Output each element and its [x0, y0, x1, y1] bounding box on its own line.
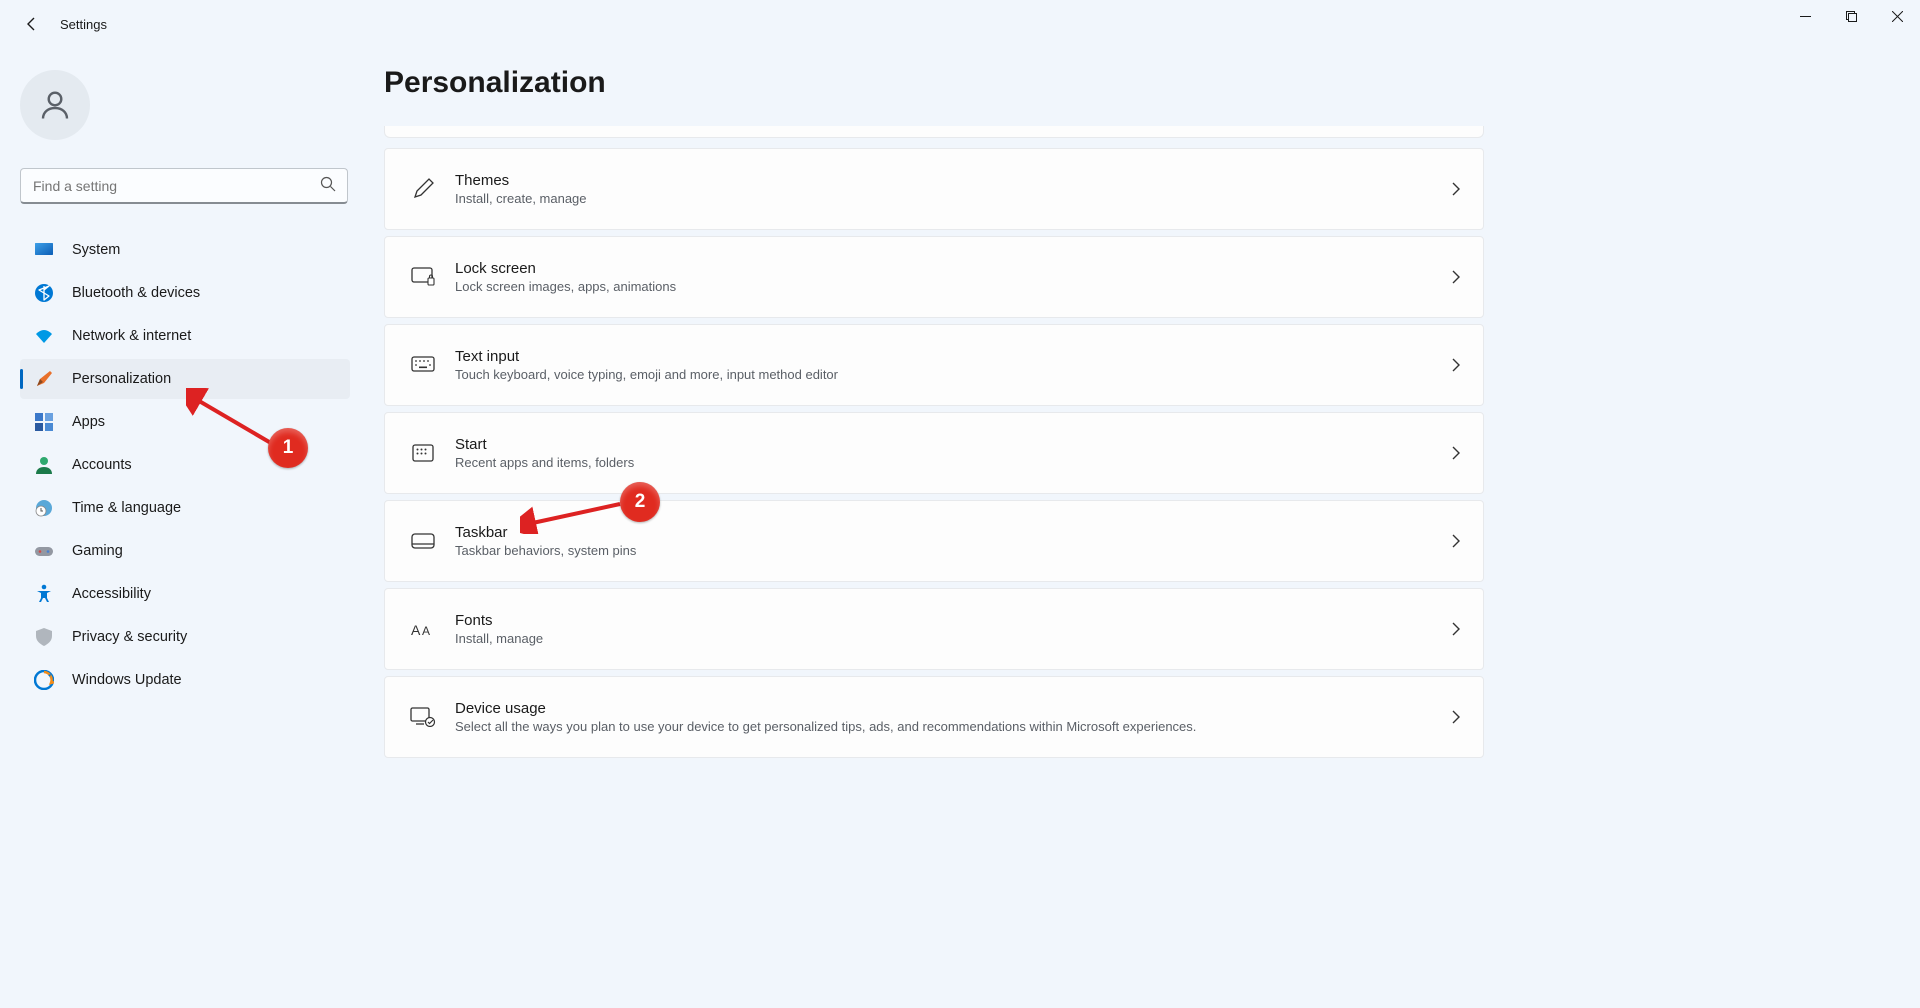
update-icon: [34, 670, 54, 690]
window-controls: [1782, 0, 1920, 32]
pen-icon: [405, 178, 441, 200]
card-subtitle: Taskbar behaviors, system pins: [455, 543, 636, 558]
settings-card-list: Themes Install, create, manage Lock scre…: [384, 126, 1484, 758]
card-fonts[interactable]: AA Fonts Install, manage: [384, 588, 1484, 670]
chevron-right-icon: [1451, 269, 1461, 285]
sidebar-item-label: Privacy & security: [72, 629, 187, 645]
maximize-button[interactable]: [1828, 0, 1874, 32]
card-title: Themes: [455, 172, 587, 189]
close-button[interactable]: [1874, 0, 1920, 32]
sidebar-item-network[interactable]: Network & internet: [20, 316, 350, 356]
chevron-right-icon: [1451, 181, 1461, 197]
sidebar-item-label: System: [72, 242, 120, 258]
system-icon: [34, 240, 54, 260]
sidebar-item-update[interactable]: Windows Update: [20, 660, 350, 700]
card-subtitle: Recent apps and items, folders: [455, 455, 634, 470]
previous-card-peek: [384, 126, 1484, 138]
sidebar-item-label: Windows Update: [72, 672, 182, 688]
back-arrow-icon: [24, 16, 40, 32]
device-usage-icon: [405, 707, 441, 727]
chevron-right-icon: [1451, 533, 1461, 549]
annotation-arrow-2: [520, 494, 630, 534]
fonts-icon: AA: [405, 619, 441, 639]
sidebar-item-accessibility[interactable]: Accessibility: [20, 574, 350, 614]
start-icon: [405, 444, 441, 462]
accessibility-icon: [34, 584, 54, 604]
chevron-right-icon: [1451, 357, 1461, 373]
card-subtitle: Select all the ways you plan to use your…: [455, 719, 1196, 734]
bluetooth-icon: [34, 283, 54, 303]
card-text: Text input Touch keyboard, voice typing,…: [455, 348, 838, 382]
card-title: Fonts: [455, 612, 543, 629]
sidebar-item-privacy[interactable]: Privacy & security: [20, 617, 350, 657]
chevron-right-icon: [1451, 621, 1461, 637]
minimize-button[interactable]: [1782, 0, 1828, 32]
card-text: Start Recent apps and items, folders: [455, 436, 634, 470]
svg-text:A: A: [411, 622, 421, 638]
sidebar-item-personalization[interactable]: Personalization: [20, 359, 350, 399]
search-icon: [320, 176, 336, 192]
card-text: Themes Install, create, manage: [455, 172, 587, 206]
card-title: Lock screen: [455, 260, 676, 277]
app-title: Settings: [60, 17, 107, 32]
sidebar-item-label: Network & internet: [72, 328, 191, 344]
paintbrush-icon: [34, 369, 54, 389]
apps-icon: [34, 412, 54, 432]
annotation-badge-1: 1: [268, 428, 308, 468]
maximize-icon: [1846, 11, 1857, 22]
wifi-icon: [34, 326, 54, 346]
card-textinput[interactable]: Text input Touch keyboard, voice typing,…: [384, 324, 1484, 406]
gamepad-icon: [34, 541, 54, 561]
badge-number: 2: [635, 491, 646, 513]
card-lockscreen[interactable]: Lock screen Lock screen images, apps, an…: [384, 236, 1484, 318]
card-subtitle: Lock screen images, apps, animations: [455, 279, 676, 294]
close-icon: [1892, 11, 1903, 22]
card-text: Device usage Select all the ways you pla…: [455, 700, 1196, 734]
back-button[interactable]: [12, 4, 52, 44]
card-title: Start: [455, 436, 634, 453]
person-icon: [37, 87, 73, 123]
svg-text:A: A: [422, 624, 430, 638]
sidebar-item-label: Bluetooth & devices: [72, 285, 200, 301]
card-title: Text input: [455, 348, 838, 365]
sidebar-item-label: Time & language: [72, 500, 181, 516]
shield-icon: [34, 627, 54, 647]
keyboard-icon: [405, 356, 441, 374]
minimize-icon: [1800, 11, 1811, 22]
card-deviceusage[interactable]: Device usage Select all the ways you pla…: [384, 676, 1484, 758]
search-input[interactable]: [20, 168, 348, 204]
sidebar-item-label: Gaming: [72, 543, 123, 559]
badge-number: 1: [283, 437, 294, 459]
card-subtitle: Install, create, manage: [455, 191, 587, 206]
sidebar-item-label: Personalization: [72, 371, 171, 387]
accounts-icon: [34, 455, 54, 475]
page-title: Personalization: [384, 66, 1888, 100]
sidebar-item-system[interactable]: System: [20, 230, 350, 270]
card-subtitle: Install, manage: [455, 631, 543, 646]
sidebar-item-label: Accounts: [72, 457, 132, 473]
card-subtitle: Touch keyboard, voice typing, emoji and …: [455, 367, 838, 382]
lockscreen-icon: [405, 267, 441, 287]
sidebar-item-label: Accessibility: [72, 586, 151, 602]
card-title: Device usage: [455, 700, 1196, 717]
annotation-badge-2: 2: [620, 482, 660, 522]
card-themes[interactable]: Themes Install, create, manage: [384, 148, 1484, 230]
sidebar: System Bluetooth & devices Network & int…: [0, 48, 360, 1008]
card-text: Lock screen Lock screen images, apps, an…: [455, 260, 676, 294]
sidebar-item-gaming[interactable]: Gaming: [20, 531, 350, 571]
titlebar: Settings: [0, 0, 1920, 48]
chevron-right-icon: [1451, 445, 1461, 461]
taskbar-icon: [405, 533, 441, 549]
sidebar-item-time[interactable]: Time & language: [20, 488, 350, 528]
card-text: Fonts Install, manage: [455, 612, 543, 646]
sidebar-item-bluetooth[interactable]: Bluetooth & devices: [20, 273, 350, 313]
card-start[interactable]: Start Recent apps and items, folders: [384, 412, 1484, 494]
chevron-right-icon: [1451, 709, 1461, 725]
avatar[interactable]: [20, 70, 90, 140]
sidebar-item-label: Apps: [72, 414, 105, 430]
main-layout: System Bluetooth & devices Network & int…: [0, 48, 1920, 1008]
clock-globe-icon: [34, 498, 54, 518]
search-box: [20, 168, 348, 204]
